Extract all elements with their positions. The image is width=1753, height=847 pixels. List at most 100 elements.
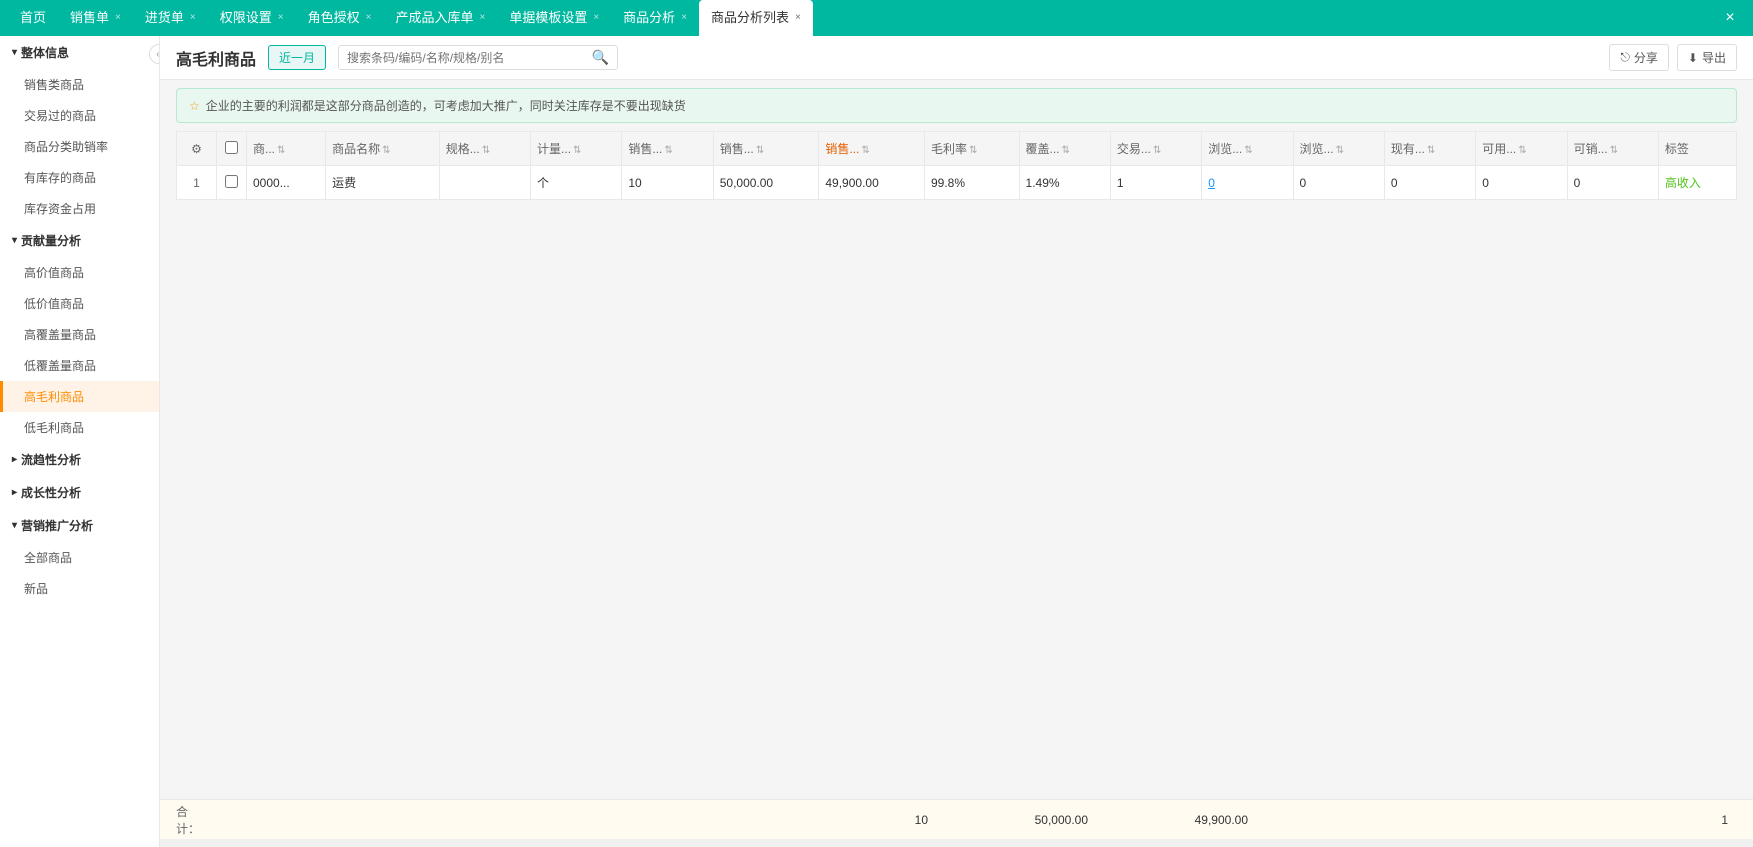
- sort-icon: ⇅: [482, 145, 490, 156]
- sidebar: « ▾ 整体信息 销售类商品 交易过的商品 商品分类助销率 有库存的商品 库存资…: [0, 36, 160, 847]
- sidebar-item-traded-products[interactable]: 交易过的商品: [0, 100, 159, 131]
- col-code[interactable]: 商...⇅: [247, 132, 326, 166]
- col-sellable[interactable]: 可销...⇅: [1567, 132, 1658, 166]
- sidebar-item-low-value[interactable]: 低价值商品: [0, 288, 159, 319]
- search-icon[interactable]: 🔍: [592, 49, 609, 66]
- nav-sales-order[interactable]: 销售单 ×: [58, 0, 133, 36]
- col-view2-label: 浏览...: [1300, 142, 1334, 156]
- main-layout: « ▾ 整体信息 销售类商品 交易过的商品 商品分类助销率 有库存的商品 库存资…: [0, 36, 1753, 847]
- sort-icon: ⇅: [382, 145, 390, 156]
- content-area: 高毛利商品 近一月 🔍 ⎋ 分享 ⬇ 导出 ☆ 企业的主要的利润都是这部分商品创…: [160, 36, 1753, 847]
- col-sales-profit[interactable]: 销售...⇅: [819, 132, 925, 166]
- content-header: 高毛利商品 近一月 🔍 ⎋ 分享 ⬇ 导出: [160, 36, 1753, 80]
- nav-product-inbound[interactable]: 产成品入库单 ×: [383, 0, 497, 36]
- sidebar-group-marketing[interactable]: ▾ 营销推广分析: [0, 509, 159, 542]
- sidebar-item-high-value[interactable]: 高价值商品: [0, 257, 159, 288]
- nav-product-analysis[interactable]: 商品分析 ×: [611, 0, 699, 36]
- col-name-label: 商品名称: [332, 142, 380, 156]
- nav-close-icon[interactable]: ×: [593, 0, 599, 36]
- search-input[interactable]: [347, 51, 592, 65]
- col-name[interactable]: 商品名称⇅: [326, 132, 440, 166]
- footer-sales-profit: 49,900.00: [1168, 813, 1248, 827]
- col-view1[interactable]: 浏览...⇅: [1202, 132, 1293, 166]
- nav-role-auth[interactable]: 角色授权 ×: [296, 0, 384, 36]
- sidebar-item-low-margin[interactable]: 低毛利商品: [0, 412, 159, 443]
- col-view2[interactable]: 浏览...⇅: [1293, 132, 1384, 166]
- cell-sales-qty: 10: [622, 166, 713, 200]
- sort-icon: ⇅: [756, 145, 764, 156]
- nav-home[interactable]: 首页: [8, 0, 58, 36]
- nav-permission-settings[interactable]: 权限设置 ×: [208, 0, 296, 36]
- nav-close-icon[interactable]: ×: [795, 0, 801, 36]
- cell-sales-profit: 49,900.00: [819, 166, 925, 200]
- sort-icon: ⇅: [1062, 145, 1070, 156]
- col-trade-label: 交易...: [1117, 142, 1151, 156]
- col-gross-margin-label: 毛利率: [931, 142, 967, 156]
- nav-close-all-button[interactable]: ×: [1715, 3, 1745, 33]
- col-sales-amount[interactable]: 销售...⇅: [713, 132, 819, 166]
- sidebar-item-high-coverage[interactable]: 高覆盖量商品: [0, 319, 159, 350]
- sidebar-item-category-sales-rate[interactable]: 商品分类助销率: [0, 131, 159, 162]
- info-text: 企业的主要的利润都是这部分商品创造的，可考虑加大推广，同时关注库存是不要出现缺货: [206, 97, 686, 114]
- arrow-down-icon: ▾: [12, 235, 17, 246]
- cell-spec: [439, 166, 530, 200]
- sidebar-item-in-stock-products[interactable]: 有库存的商品: [0, 162, 159, 193]
- sort-icon: ⇅: [1427, 145, 1435, 156]
- row-checkbox[interactable]: [225, 175, 238, 188]
- col-current-stock[interactable]: 现有...⇅: [1384, 132, 1475, 166]
- sidebar-group-contribution[interactable]: ▾ 贡献量分析: [0, 224, 159, 257]
- col-tag-label: 标签: [1665, 142, 1689, 156]
- sidebar-item-high-margin[interactable]: 高毛利商品: [0, 381, 159, 412]
- nav-close-icon[interactable]: ×: [278, 0, 284, 36]
- horizontal-scrollbar[interactable]: [160, 839, 1753, 847]
- col-sellable-label: 可销...: [1574, 142, 1608, 156]
- nav-close-icon[interactable]: ×: [681, 0, 687, 36]
- col-coverage[interactable]: 覆盖...⇅: [1019, 132, 1110, 166]
- col-settings[interactable]: ⚙: [177, 132, 217, 166]
- col-checkbox[interactable]: [217, 132, 247, 166]
- footer-trade: 1: [1648, 813, 1728, 827]
- sidebar-item-stock-capital[interactable]: 库存资金占用: [0, 193, 159, 224]
- col-sales-profit-label: 销售...: [825, 142, 859, 156]
- nav-close-icon[interactable]: ×: [115, 0, 121, 36]
- table-header-row: ⚙ 商...⇅ 商品名称⇅ 规格...⇅ 计量...⇅ 销售...⇅ 销售...…: [177, 132, 1737, 166]
- share-button[interactable]: ⎋ 分享: [1609, 44, 1669, 71]
- footer-sales-qty: 10: [848, 813, 928, 827]
- col-sales-qty-label: 销售...: [628, 142, 662, 156]
- nav-purchase-order[interactable]: 进货单 ×: [133, 0, 208, 36]
- arrow-down-icon: ▾: [12, 47, 17, 58]
- nav-product-analysis-list[interactable]: 商品分析列表 ×: [699, 0, 813, 36]
- cell-tag: 高收入: [1658, 166, 1736, 200]
- sort-icon: ⇅: [1153, 145, 1161, 156]
- col-spec-label: 规格...: [446, 142, 480, 156]
- sidebar-group-overall[interactable]: ▾ 整体信息: [0, 36, 159, 69]
- cell-current-stock: 0: [1384, 166, 1475, 200]
- sidebar-item-all-products[interactable]: 全部商品: [0, 542, 159, 573]
- col-trade[interactable]: 交易...⇅: [1110, 132, 1201, 166]
- table-container[interactable]: ⚙ 商...⇅ 商品名称⇅ 规格...⇅ 计量...⇅ 销售...⇅ 销售...…: [176, 131, 1737, 799]
- col-available[interactable]: 可用...⇅: [1476, 132, 1567, 166]
- table-row: 1 0000... 运费 个 10 50,000.00 49,900.00 99…: [177, 166, 1737, 200]
- export-button[interactable]: ⬇ 导出: [1677, 44, 1737, 71]
- col-spec[interactable]: 规格...⇅: [439, 132, 530, 166]
- sidebar-item-low-coverage[interactable]: 低覆盖量商品: [0, 350, 159, 381]
- sidebar-group-flow[interactable]: ▸ 流趋性分析: [0, 443, 159, 476]
- sidebar-group-growth[interactable]: ▸ 成长性分析: [0, 476, 159, 509]
- nav-template-settings[interactable]: 单据模板设置 ×: [497, 0, 611, 36]
- col-sales-qty[interactable]: 销售...⇅: [622, 132, 713, 166]
- col-code-label: 商...: [253, 142, 275, 156]
- col-unit[interactable]: 计量...⇅: [531, 132, 622, 166]
- nav-close-icon[interactable]: ×: [190, 0, 196, 36]
- nav-close-icon[interactable]: ×: [479, 0, 485, 36]
- arrow-down-icon: ▾: [12, 520, 17, 531]
- nav-close-icon[interactable]: ×: [366, 0, 372, 36]
- sidebar-item-new-products[interactable]: 新品: [0, 573, 159, 604]
- filter-recent-month-button[interactable]: 近一月: [268, 45, 326, 70]
- sidebar-item-sales-products[interactable]: 销售类商品: [0, 69, 159, 100]
- col-gross-margin[interactable]: 毛利率⇅: [925, 132, 1020, 166]
- sort-icon: ⇅: [1518, 145, 1526, 156]
- sort-icon: ⇅: [1336, 145, 1344, 156]
- select-all-checkbox[interactable]: [225, 141, 238, 154]
- cell-checkbox[interactable]: [217, 166, 247, 200]
- cell-view1[interactable]: 0: [1202, 166, 1293, 200]
